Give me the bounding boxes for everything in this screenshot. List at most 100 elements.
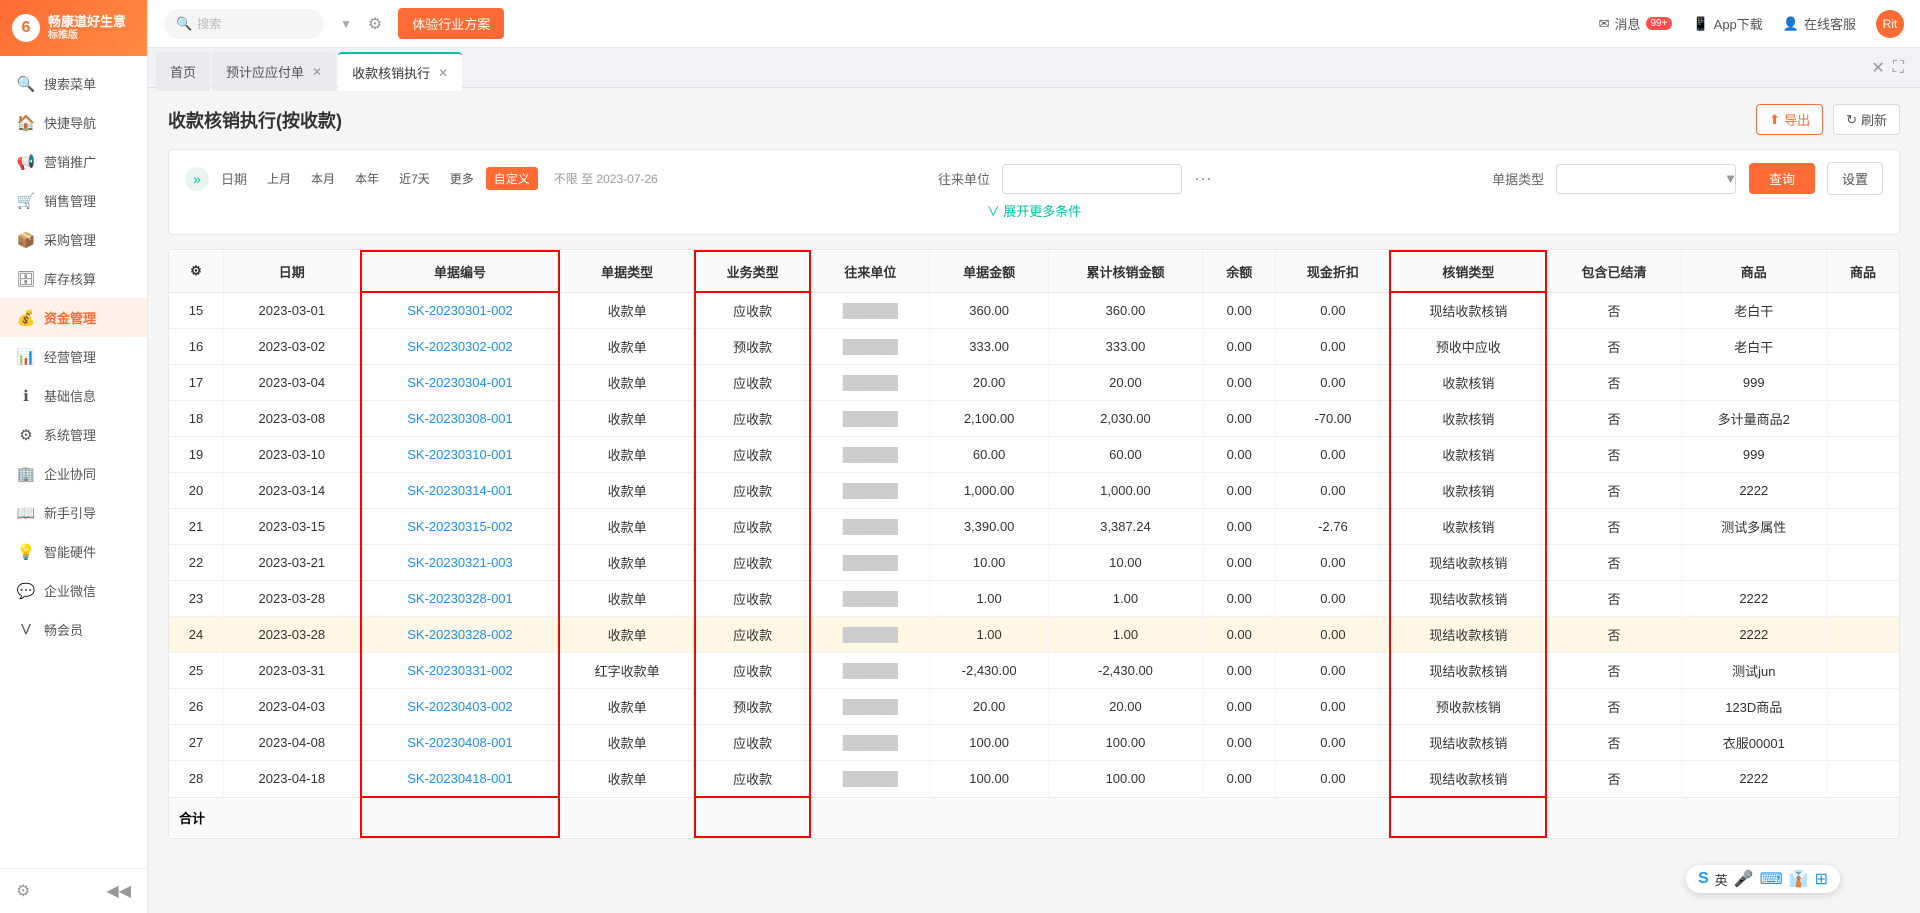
- table-row[interactable]: 25 2023-03-31 SK-20230331-002 红字收款单 应收款 …: [169, 653, 1899, 689]
- doc-no-link[interactable]: SK-20230403-002: [407, 699, 513, 714]
- doc-no-link[interactable]: SK-20230304-001: [407, 375, 513, 390]
- doc-no-link[interactable]: SK-20230408-001: [407, 735, 513, 750]
- doc-no-link[interactable]: SK-20230315-002: [407, 519, 513, 534]
- search-menu-icon: 🔍: [16, 75, 36, 93]
- sidebar-item-sales[interactable]: 🛒销售管理: [0, 181, 147, 220]
- app-download-item[interactable]: 📱 App下载: [1692, 14, 1762, 33]
- tab-expand-icon[interactable]: ⛶: [1893, 59, 1904, 77]
- date-opt-this-year[interactable]: 本年: [347, 167, 387, 190]
- doc-no-link[interactable]: SK-20230321-003: [407, 555, 513, 570]
- sidebar-item-quick-nav[interactable]: 🏠快捷导航: [0, 103, 147, 142]
- sidebar-item-purchase[interactable]: 📦采购管理: [0, 220, 147, 259]
- table-row[interactable]: 23 2023-03-28 SK-20230328-001 收款单 应收款 ██…: [169, 581, 1899, 617]
- date-opt-7days[interactable]: 近7天: [391, 167, 438, 190]
- online-support-item[interactable]: 👤 在线客服: [1783, 14, 1856, 33]
- cell-date: 2023-03-15: [223, 509, 360, 545]
- sidebar-item-label: 库存核算: [44, 269, 96, 288]
- setting-button[interactable]: 设置: [1827, 162, 1883, 195]
- sidebar-item-search[interactable]: 🔍搜索菜单: [0, 64, 147, 103]
- sidebar-bottom: ⚙ ◀◀: [0, 868, 147, 913]
- cell-goods2: [1826, 581, 1899, 617]
- wechat-icon: 💬: [16, 582, 36, 600]
- sidebar-item-marketing[interactable]: 📢营销推广: [0, 142, 147, 181]
- refresh-button[interactable]: ↻ 刷新: [1833, 104, 1900, 135]
- table-row[interactable]: 17 2023-03-04 SK-20230304-001 收款单 应收款 ██…: [169, 365, 1899, 401]
- doc-no-link[interactable]: SK-20230302-002: [407, 339, 513, 354]
- doc-no-link[interactable]: SK-20230331-002: [407, 663, 513, 678]
- cell-amount: 2,100.00: [930, 401, 1048, 437]
- doc-no-link[interactable]: SK-20230328-002: [407, 627, 513, 642]
- expand-more-btn[interactable]: ∨ 展开更多条件: [185, 195, 1883, 222]
- keyboard-icon[interactable]: ⌨: [1760, 869, 1783, 889]
- table-row[interactable]: 26 2023-04-03 SK-20230403-002 收款单 预收款 ██…: [169, 689, 1899, 725]
- sidebar-item-enterprise[interactable]: 🏢企业协同: [0, 454, 147, 493]
- operation-icon: 📊: [16, 348, 36, 366]
- table-row[interactable]: 18 2023-03-08 SK-20230308-001 收款单 应收款 ██…: [169, 401, 1899, 437]
- table-row[interactable]: 24 2023-03-28 SK-20230328-002 收款单 应收款 ██…: [169, 617, 1899, 653]
- doc-no-link[interactable]: SK-20230418-001: [407, 771, 513, 786]
- date-opt-custom[interactable]: 自定义: [486, 167, 538, 190]
- date-opt-last-month[interactable]: 上月: [259, 167, 299, 190]
- cell-goods: 多计量商品2: [1681, 401, 1826, 437]
- topbar-gear-icon[interactable]: ⚙: [368, 14, 382, 34]
- doc-no-link[interactable]: SK-20230308-001: [407, 411, 513, 426]
- filter-ellipsis[interactable]: ···: [1194, 168, 1212, 189]
- sidebar-item-wechat[interactable]: 💬企业微信: [0, 571, 147, 610]
- sidebar-item-system[interactable]: ⚙系统管理: [0, 415, 147, 454]
- sidebar-item-inventory[interactable]: 🗄库存核算: [0, 259, 147, 298]
- table-row[interactable]: 15 2023-03-01 SK-20230301-002 收款单 应收款 ██…: [169, 292, 1899, 329]
- tab-home[interactable]: 首页: [156, 52, 210, 91]
- messages-item[interactable]: ✉ 消息 99+: [1599, 14, 1673, 33]
- grid-icon[interactable]: ⊞: [1815, 869, 1828, 889]
- sidebar-item-member[interactable]: V畅会员: [0, 610, 147, 649]
- shirt-icon[interactable]: 👔: [1789, 869, 1809, 889]
- doc-no-link[interactable]: SK-20230328-001: [407, 591, 513, 606]
- doc-no-link[interactable]: SK-20230301-002: [407, 303, 513, 318]
- sidebar-item-guide[interactable]: 📖新手引导: [0, 493, 147, 532]
- tab-receivables[interactable]: 预计应应付单 ✕: [212, 52, 336, 91]
- cell-goods: 2222: [1681, 617, 1826, 653]
- table-row[interactable]: 16 2023-03-02 SK-20230302-002 收款单 预收款 ██…: [169, 329, 1899, 365]
- table-row[interactable]: 22 2023-03-21 SK-20230321-003 收款单 应收款 ██…: [169, 545, 1899, 581]
- sidebar-item-finance[interactable]: 💰资金管理: [0, 298, 147, 337]
- filter-expand-button[interactable]: »: [185, 167, 209, 191]
- col-verify-type: 核销类型: [1390, 251, 1546, 292]
- export-button[interactable]: ⬆ 导出: [1756, 104, 1823, 135]
- table-settings-icon[interactable]: ⚙: [190, 263, 202, 278]
- cell-doc-type: 收款单: [559, 761, 695, 798]
- tab-close-all-icon[interactable]: ✕: [1871, 58, 1884, 78]
- mic-icon[interactable]: 🎤: [1734, 869, 1754, 889]
- user-avatar[interactable]: Rit: [1876, 10, 1904, 38]
- cell-goods: 老白干: [1681, 329, 1826, 365]
- date-opt-this-month[interactable]: 本月: [303, 167, 343, 190]
- table-row[interactable]: 21 2023-03-15 SK-20230315-002 收款单 应收款 ██…: [169, 509, 1899, 545]
- sidebar-item-label: 采购管理: [44, 230, 96, 249]
- date-opt-more[interactable]: 更多: [442, 167, 482, 190]
- sidebar-item-basic[interactable]: ℹ基础信息: [0, 376, 147, 415]
- cell-partner: ██████: [810, 437, 930, 473]
- topbar-dropdown[interactable]: ▼: [340, 17, 352, 31]
- topbar-search[interactable]: 🔍 搜索: [164, 9, 324, 39]
- sidebar-item-hardware[interactable]: 💡智能硬件: [0, 532, 147, 571]
- doc-no-link[interactable]: SK-20230314-001: [407, 483, 513, 498]
- tab-collection-close[interactable]: ✕: [438, 66, 448, 80]
- doc-no-link[interactable]: SK-20230310-001: [407, 447, 513, 462]
- col-settings[interactable]: ⚙: [169, 251, 223, 292]
- eng-label[interactable]: 英: [1715, 870, 1728, 889]
- table-row[interactable]: 27 2023-04-08 SK-20230408-001 收款单 应收款 ██…: [169, 725, 1899, 761]
- sidebar-item-operation[interactable]: 📊经营管理: [0, 337, 147, 376]
- tab-receivables-close[interactable]: ✕: [312, 65, 322, 79]
- doc-type-select[interactable]: [1556, 164, 1736, 194]
- collapse-icon[interactable]: ◀◀: [106, 881, 131, 901]
- settings-icon[interactable]: ⚙: [16, 881, 30, 901]
- tab-collection[interactable]: 收款核销执行 ✕: [338, 52, 462, 91]
- query-button[interactable]: 查询: [1749, 163, 1815, 194]
- partner-input[interactable]: [1002, 164, 1182, 194]
- col-doc-type: 单据类型: [559, 251, 695, 292]
- member-icon: V: [16, 621, 36, 638]
- table-row[interactable]: 20 2023-03-14 SK-20230314-001 收款单 应收款 ██…: [169, 473, 1899, 509]
- table-row[interactable]: 28 2023-04-18 SK-20230418-001 收款单 应收款 ██…: [169, 761, 1899, 798]
- cell-no: 20: [169, 473, 223, 509]
- table-row[interactable]: 19 2023-03-10 SK-20230310-001 收款单 应收款 ██…: [169, 437, 1899, 473]
- solution-button[interactable]: 体验行业方案: [398, 8, 504, 39]
